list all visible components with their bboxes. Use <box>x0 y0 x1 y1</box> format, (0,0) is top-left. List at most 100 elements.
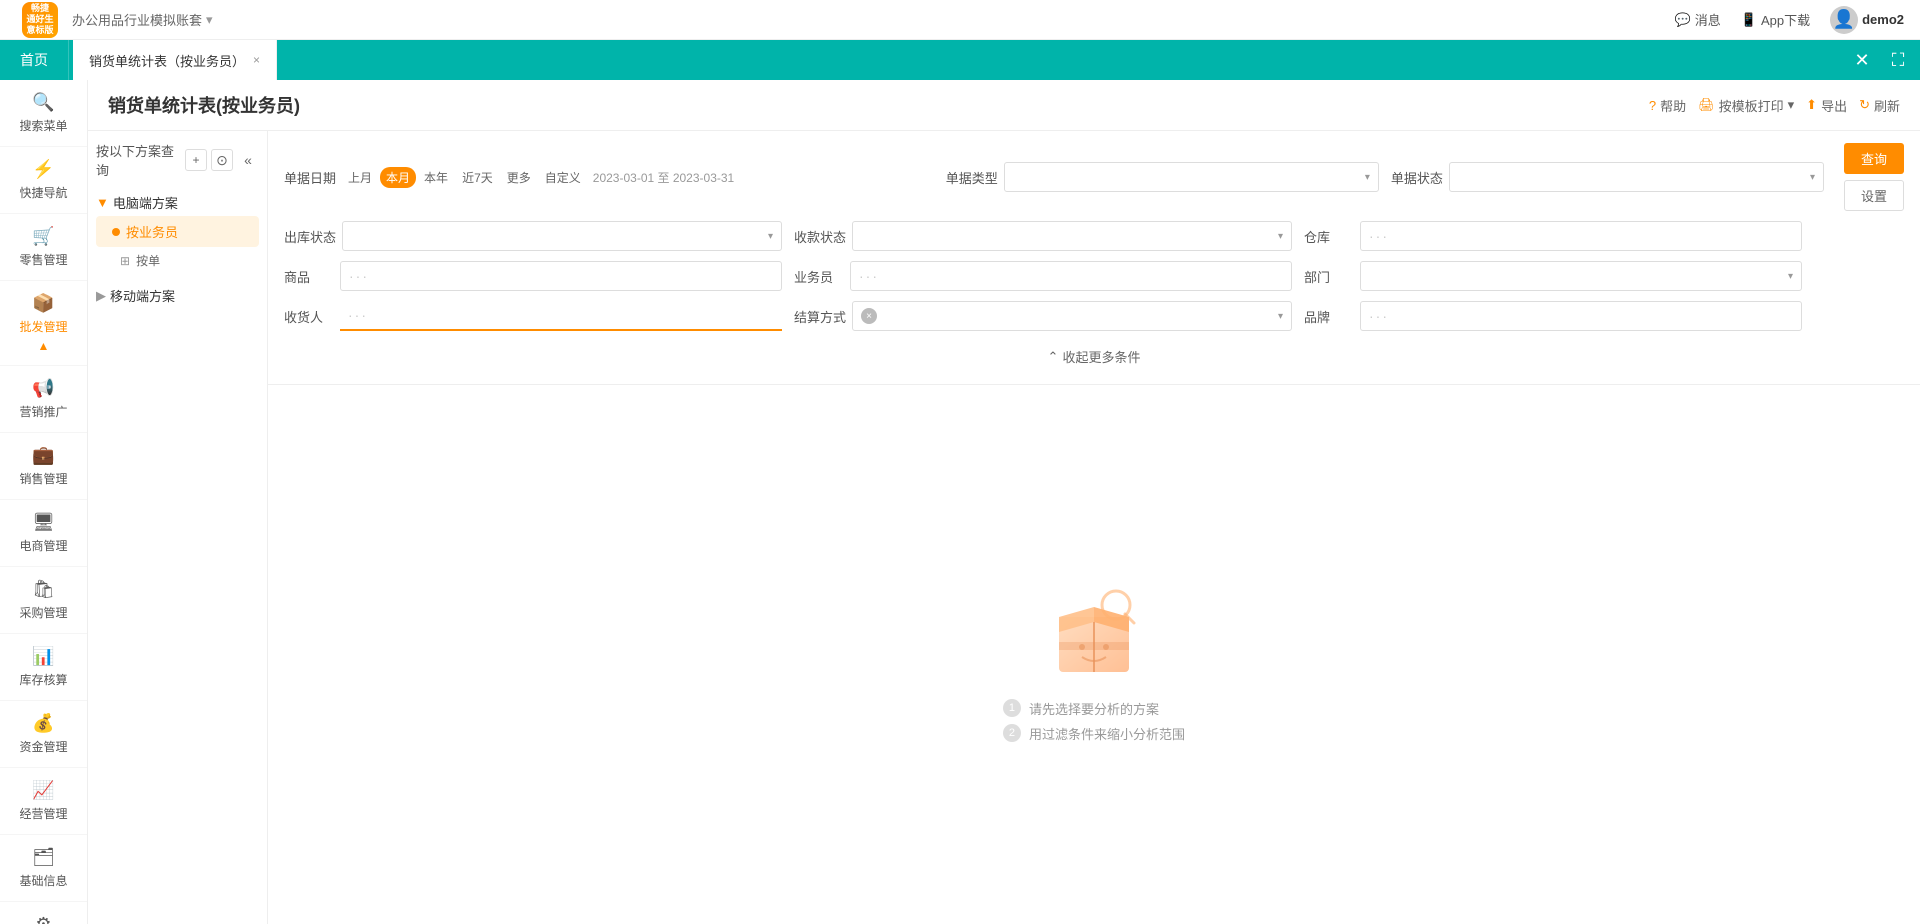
scheme-active-dot <box>112 228 120 236</box>
empty-state: 1 请先选择要分析的方案 2 用过滤条件来缩小分析范围 <box>268 385 1920 924</box>
brand-field: 品牌 ··· <box>1304 301 1802 331</box>
tab-active[interactable]: 销货单统计表（按业务员） × <box>73 40 277 80</box>
scheme-group-mobile-title[interactable]: ▶ 移动端方案 <box>96 282 259 309</box>
scheme-sub-icon: ⊞ <box>120 254 130 268</box>
filter-collapse-btn[interactable]: « <box>237 149 259 171</box>
sidebar-item-retail[interactable]: 🛒 零售管理 <box>0 214 87 281</box>
top-title[interactable]: 办公用品行业模拟账套 ▾ <box>72 10 213 29</box>
consignee-input[interactable]: ··· <box>340 301 782 331</box>
date-tab-more[interactable]: 更多 <box>501 167 537 188</box>
sidebar-item-search[interactable]: 🔍 搜索菜单 <box>0 80 87 147</box>
settlement-arrow-icon: ▾ <box>1278 311 1283 322</box>
collapse-arrow-icon: ▶ <box>96 288 106 304</box>
filter-edit-btn[interactable]: ⊙ <box>211 149 233 171</box>
sidebar-item-operation[interactable]: 📈 经营管理 <box>0 768 87 835</box>
tab-home[interactable]: 首页 <box>0 40 69 80</box>
date-field: 单据日期 上月 本月 本年 近7天 更多 自定义 2023-03-01 至 20… <box>284 167 934 188</box>
receipt-status-field: 收款状态 ▾ <box>794 221 1292 251</box>
sidebar-item-sales[interactable]: 💼 销售管理 <box>0 433 87 500</box>
sidebar-item-finance[interactable]: 💰 资金管理 <box>0 701 87 768</box>
goods-field: 商品 ··· <box>284 261 782 291</box>
sidebar-item-basic[interactable]: 🗂 基础信息 <box>0 835 87 902</box>
main-layout: 🔍 搜索菜单 ⚡ 快捷导航 🛒 零售管理 📦 批发管理 ▲ 📢 营销推广 💼 销… <box>0 80 1920 924</box>
scheme-order-label: 按单 <box>136 252 160 269</box>
sidebar-item-inventory[interactable]: 📊 库存核算 <box>0 634 87 701</box>
settlement-input[interactable]: × ▾ <box>852 301 1292 331</box>
page-actions: ? 帮助 🖨 按模板打印 ▾ ⬆ 导出 ↻ 刷新 <box>1649 96 1900 115</box>
goods-input[interactable]: ··· <box>340 261 782 291</box>
close-window-btn[interactable]: ✕ <box>1848 46 1876 74</box>
collapse-more-btn[interactable]: ⌃ 收起更多条件 <box>284 341 1904 372</box>
collapse-label: 收起更多条件 <box>1062 347 1140 366</box>
avatar: 👤 <box>1830 6 1858 34</box>
print-icon: 🖨 <box>1698 97 1715 113</box>
print-btn[interactable]: 🖨 按模板打印 ▾ <box>1698 96 1794 115</box>
content-area: 销货单统计表(按业务员) ? 帮助 🖨 按模板打印 ▾ ⬆ 导出 ↻ 刷新 <box>88 80 1920 924</box>
date-tab-this-year[interactable]: 本年 <box>418 167 454 188</box>
sidebar-item-ecommerce[interactable]: 🖥 电商管理 <box>0 500 87 567</box>
user-avatar-btn[interactable]: 👤 demo2 <box>1830 6 1904 34</box>
filter-add-btn[interactable]: + <box>185 149 207 171</box>
out-status-arrow-icon: ▾ <box>768 231 773 242</box>
receipt-status-input[interactable]: ▾ <box>852 221 1292 251</box>
consignee-label: 收货人 <box>284 307 334 326</box>
filter-header: 按以下方案查询 + ⊙ « <box>96 141 259 179</box>
doc-type-input[interactable]: ▾ <box>1004 162 1379 192</box>
date-tab-last-month[interactable]: 上月 <box>342 167 378 188</box>
chevron-down-icon2: ▾ <box>1810 172 1815 183</box>
scheme-item-salesman[interactable]: 按业务员 <box>96 216 259 247</box>
sidebar-item-shortcut[interactable]: ⚡ 快捷导航 <box>0 147 87 214</box>
lightning-icon: ⚡ <box>32 159 54 180</box>
form-row-3: 商品 ··· 业务员 ··· 部门 <box>284 261 1904 291</box>
sidebar-item-purchase[interactable]: 🛍 采购管理 <box>0 567 87 634</box>
help-btn[interactable]: ? 帮助 <box>1649 96 1686 115</box>
sidebar-item-system[interactable]: ⚙ 系统管理 <box>0 902 87 924</box>
brand-input[interactable]: ··· <box>1360 301 1802 331</box>
receipt-status-label: 收款状态 <box>794 227 846 246</box>
dept-input[interactable]: ▾ <box>1360 261 1802 291</box>
salesman-input[interactable]: ··· <box>850 261 1292 291</box>
query-button[interactable]: 查询 <box>1844 143 1904 174</box>
top-bar: 畅捷 通好生 意标版 办公用品行业模拟账套 ▾ 💬 消息 📱 App下载 👤 d… <box>0 0 1920 40</box>
message-btn[interactable]: 💬 消息 <box>1675 10 1721 29</box>
maximize-btn[interactable]: ⛶ <box>1884 46 1912 74</box>
salesman-field: 业务员 ··· <box>794 261 1292 291</box>
form-row-4: 收货人 ··· 结算方式 × ▾ <box>284 301 1904 331</box>
out-status-field: 出库状态 ▾ <box>284 221 782 251</box>
wholesale-icon: 📦 <box>32 293 54 314</box>
tab-close-btn[interactable]: × <box>253 53 260 67</box>
settings-button[interactable]: 设置 <box>1844 180 1904 211</box>
download-icon: 📱 <box>1741 12 1757 28</box>
consignee-field: 收货人 ··· <box>284 301 782 331</box>
export-btn[interactable]: ⬆ 导出 <box>1806 96 1847 115</box>
doc-status-label: 单据状态 <box>1391 168 1443 187</box>
scheme-group-pc-title[interactable]: ▼ 电脑端方案 <box>96 189 259 216</box>
refresh-btn[interactable]: ↻ 刷新 <box>1859 96 1900 115</box>
dept-arrow-icon: ▾ <box>1788 271 1793 282</box>
tab-bar: 首页 销货单统计表（按业务员） × ✕ ⛶ <box>0 40 1920 80</box>
page-header: 销货单统计表(按业务员) ? 帮助 🖨 按模板打印 ▾ ⬆ 导出 ↻ 刷新 <box>88 80 1920 131</box>
warehouse-input[interactable]: ··· <box>1360 221 1802 251</box>
date-label: 单据日期 <box>284 168 336 187</box>
scheme-group-pc: ▼ 电脑端方案 按业务员 ⊞ 按单 <box>96 189 259 274</box>
marketing-icon: 📢 <box>32 378 54 399</box>
app-download-btn[interactable]: 📱 App下载 <box>1741 10 1810 29</box>
pc-scheme-label: 电脑端方案 <box>113 193 178 212</box>
sidebar-item-wholesale[interactable]: 📦 批发管理 ▲ <box>0 281 87 366</box>
operation-icon: 📈 <box>32 780 54 801</box>
purchase-icon: 🛍 <box>32 579 55 600</box>
main-panel: 按以下方案查询 + ⊙ « ▼ 电脑端方案 按业务员 <box>88 131 1920 924</box>
date-tab-this-month[interactable]: 本月 <box>380 167 416 188</box>
date-tab-7days[interactable]: 近7天 <box>456 167 499 188</box>
refresh-icon: ↻ <box>1859 97 1870 113</box>
date-tab-custom[interactable]: 自定义 <box>539 167 587 188</box>
expand-icon: ▲ <box>38 339 50 353</box>
logo-icon: 畅捷 通好生 意标版 <box>22 2 58 38</box>
scheme-sub-item-order[interactable]: ⊞ 按单 <box>96 247 259 274</box>
sidebar-item-marketing[interactable]: 📢 营销推广 <box>0 366 87 433</box>
export-icon: ⬆ <box>1806 97 1817 113</box>
out-status-input[interactable]: ▾ <box>342 221 782 251</box>
expand-arrow-icon: ▼ <box>96 195 109 210</box>
doc-status-input[interactable]: ▾ <box>1449 162 1824 192</box>
clear-settlement-btn[interactable]: × <box>861 308 877 324</box>
